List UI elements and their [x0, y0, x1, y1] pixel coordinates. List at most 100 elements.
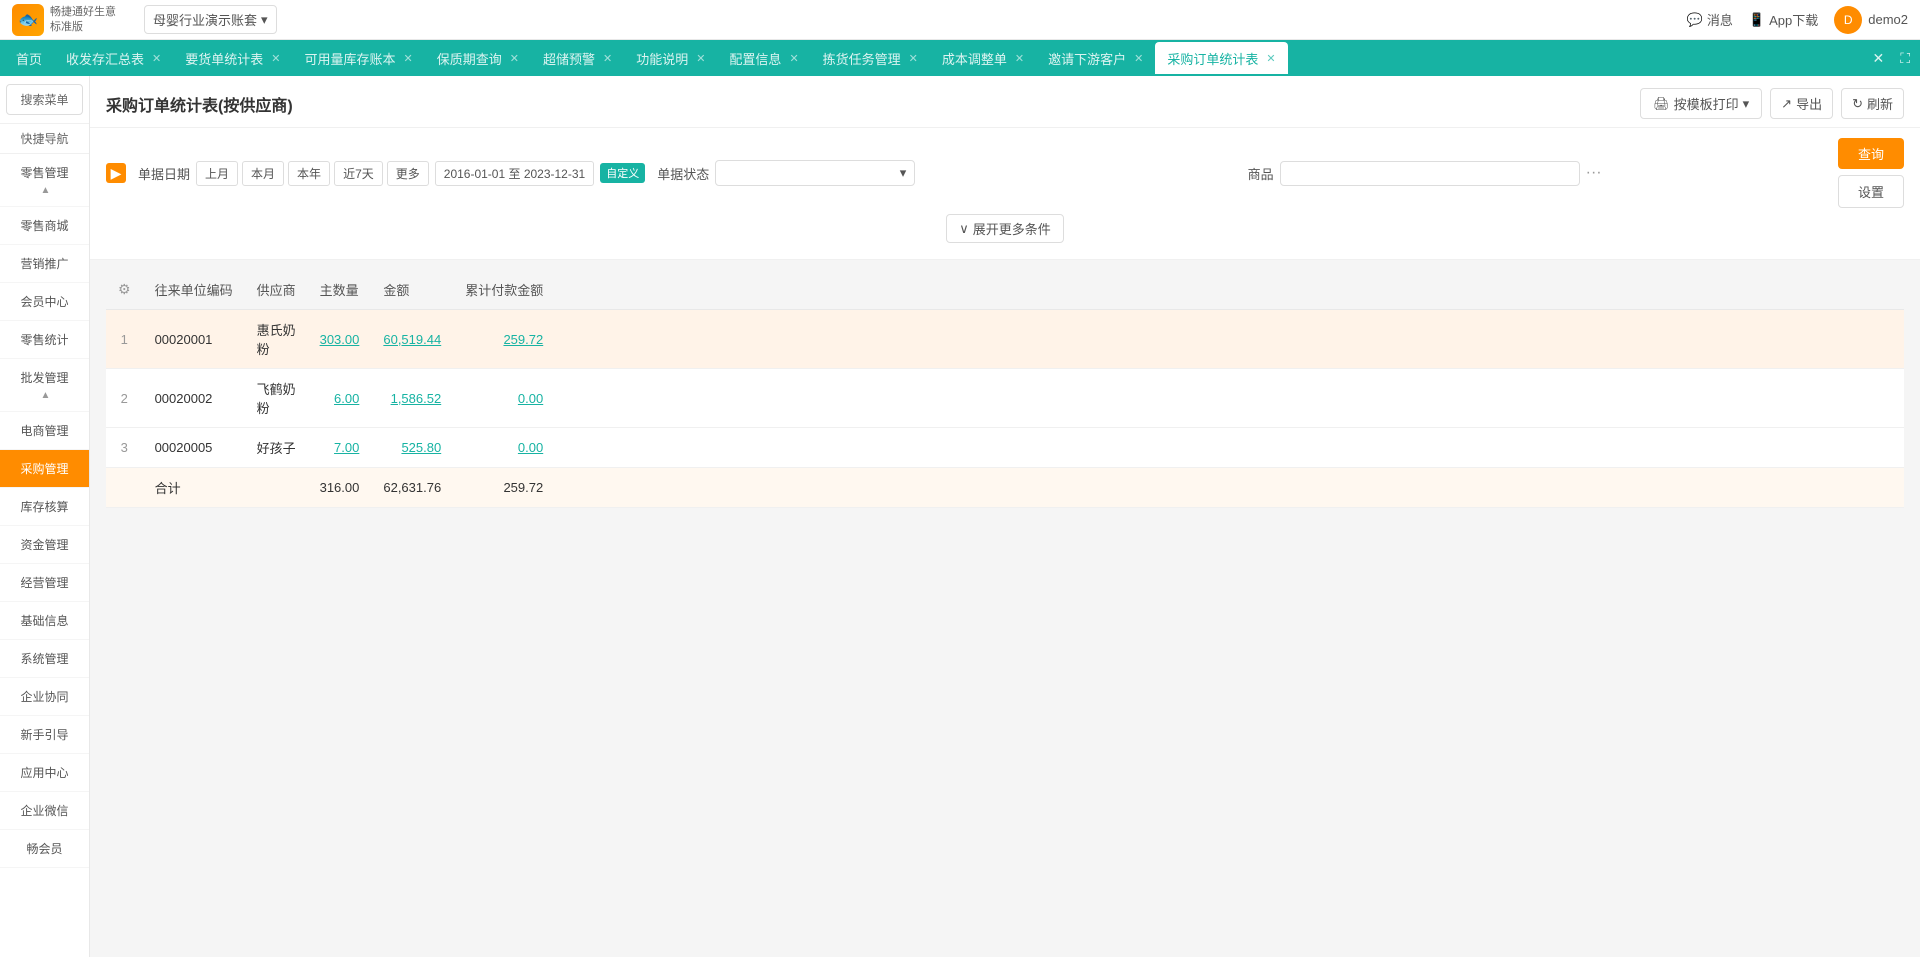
chevron-icon: ▲	[41, 390, 51, 401]
tab-caigou-active[interactable]: 采购订单统计表 ✕	[1155, 42, 1287, 74]
search-menu-button[interactable]: 搜索菜单	[6, 84, 83, 115]
content-area: 采购订单统计表(按供应商) 🖨 按模板打印 ▾ ↗ 导出 ↻ 刷新	[90, 76, 1920, 957]
sidebar-item-huiyuan-zhongxin[interactable]: 会员中心	[0, 283, 89, 321]
settings-button[interactable]: 设置	[1838, 175, 1904, 208]
sidebar-item-dianshang-guanli[interactable]: 电商管理	[0, 412, 89, 450]
tab-chenben[interactable]: 成本调整单 ✕	[930, 42, 1036, 74]
close-icon[interactable]: ✕	[1134, 52, 1143, 65]
tab-peizhixinxi[interactable]: 配置信息 ✕	[717, 42, 810, 74]
tab-yaohuodan[interactable]: 要货单统计表 ✕	[173, 42, 292, 74]
sidebar-item-jichu-xinxi[interactable]: 基础信息	[0, 602, 89, 640]
workspace-selector[interactable]: 母婴行业演示账套 ▾	[144, 5, 277, 34]
user-name: demo2	[1868, 12, 1908, 27]
top-bar: 🐟 畅捷通好生意 标准版 母婴行业演示账套 ▾ 💬 消息 📱 App下载 D d…	[0, 0, 1920, 40]
sidebar-item-yingxiao-tuiguang[interactable]: 营销推广	[0, 245, 89, 283]
export-icon: ↗	[1781, 96, 1792, 112]
cell-supplier: 飞鹤奶粉	[245, 369, 308, 428]
chevron-down-icon: ▾	[900, 165, 907, 181]
filter-this-month[interactable]: 本月	[242, 161, 284, 186]
sidebar-quick-nav[interactable]: 快捷导航	[0, 124, 89, 154]
close-icon[interactable]: ✕	[1015, 52, 1024, 65]
filter-last-month[interactable]: 上月	[196, 161, 238, 186]
product-input[interactable]	[1280, 161, 1580, 186]
cell-empty	[555, 369, 1904, 428]
cell-paid: 0.00	[453, 369, 555, 428]
close-icon[interactable]: ✕	[271, 52, 280, 65]
export-button[interactable]: ↗ 导出	[1770, 88, 1833, 119]
sidebar-item-xitong-guanli[interactable]: 系统管理	[0, 640, 89, 678]
tab-gongneng[interactable]: 功能说明 ✕	[624, 42, 717, 74]
close-icon[interactable]: ✕	[510, 52, 519, 65]
sidebar-item-lingshei-guanli[interactable]: 零售管理▲	[0, 154, 89, 207]
filter-7-days[interactable]: 近7天	[334, 161, 383, 186]
sidebar-item-xinshou-yindao[interactable]: 新手引导	[0, 716, 89, 754]
cell-qty: 7.00	[308, 428, 372, 468]
cell-amount: 60,519.44	[371, 310, 453, 369]
row-num: 2	[106, 369, 143, 428]
tab-chaochuyujing[interactable]: 超储预警 ✕	[531, 42, 624, 74]
logo: 🐟 畅捷通好生意 标准版	[12, 4, 116, 36]
product-label: 商品	[1248, 164, 1274, 183]
status-select[interactable]: ▾	[715, 160, 915, 186]
nav-close-btn[interactable]: ✕	[1866, 46, 1890, 71]
more-filter-icon[interactable]: ···	[1586, 164, 1602, 182]
message-action[interactable]: 💬 消息	[1687, 10, 1733, 29]
tab-yaoqing[interactable]: 邀请下游客户 ✕	[1036, 42, 1155, 74]
table-footer-row: 合计 316.00 62,631.76 259.72	[106, 468, 1904, 508]
tab-home[interactable]: 首页	[4, 42, 54, 74]
sidebar-item-yingyong-zhongxin[interactable]: 应用中心	[0, 754, 89, 792]
close-icon[interactable]: ✕	[909, 52, 918, 65]
close-icon[interactable]: ✕	[696, 52, 705, 65]
close-icon[interactable]: ✕	[404, 52, 413, 65]
sidebar-item-qiye-weixin[interactable]: 企业微信	[0, 792, 89, 830]
close-icon[interactable]: ✕	[789, 52, 798, 65]
sidebar-item-changhui-yuan[interactable]: 畅会员	[0, 830, 89, 868]
tab-baozhi[interactable]: 保质期查询 ✕	[425, 42, 531, 74]
col-qty: 主数量	[308, 270, 372, 310]
print-button[interactable]: 🖨 按模板打印 ▾	[1640, 88, 1762, 119]
settings-col-header: ⚙	[106, 270, 143, 310]
col-supplier: 供应商	[245, 270, 308, 310]
page-actions: 🖨 按模板打印 ▾ ↗ 导出 ↻ 刷新	[1640, 88, 1904, 119]
sidebar-item-qiye-xietong[interactable]: 企业协同	[0, 678, 89, 716]
table-row: 3 00020005 好孩子 7.00 525.80 0.00	[106, 428, 1904, 468]
sidebar-item-jingying-guanli[interactable]: 经营管理	[0, 564, 89, 602]
filter-date-group: 单据日期 上月 本月 本年 近7天 更多 2016-01-01 至 2023-1…	[138, 161, 645, 186]
settings-icon[interactable]: ⚙	[118, 281, 131, 297]
sidebar: 搜索菜单 快捷导航 零售管理▲ 零售商城 营销推广 会员中心 零售统计 批发管理…	[0, 76, 90, 957]
filter-status-group: 单据状态 ▾	[657, 160, 1235, 186]
sidebar-item-kucun-hesuan[interactable]: 库存核算	[0, 488, 89, 526]
filter-date-range[interactable]: 2016-01-01 至 2023-12-31	[435, 161, 594, 186]
filter-more-dates[interactable]: 更多	[387, 161, 429, 186]
user-area[interactable]: D demo2	[1834, 6, 1908, 34]
cell-qty: 303.00	[308, 310, 372, 369]
refresh-button[interactable]: ↻ 刷新	[1841, 88, 1904, 119]
app-download-action[interactable]: 📱 App下载	[1749, 10, 1818, 29]
tab-jianhuo[interactable]: 拣货任务管理 ✕	[811, 42, 930, 74]
top-bar-right: 💬 消息 📱 App下载 D demo2	[1687, 6, 1908, 34]
nav-expand-btn[interactable]: ⛶	[1894, 46, 1916, 71]
filter-toggle-button[interactable]: ▶	[106, 163, 126, 183]
message-icon: 💬	[1687, 12, 1703, 28]
sidebar-item-caigou-guanli[interactable]: 采购管理	[0, 450, 89, 488]
sidebar-item-lingshei-tongji[interactable]: 零售统计	[0, 321, 89, 359]
query-button[interactable]: 查询	[1838, 138, 1904, 169]
expand-more-button[interactable]: ∨ 展开更多条件	[946, 214, 1064, 243]
chevron-down-icon: ∨	[959, 221, 969, 237]
table-row: 1 00020001 惠氏奶粉 303.00 60,519.44 259.72	[106, 310, 1904, 369]
cell-supplier: 惠氏奶粉	[245, 310, 308, 369]
close-icon[interactable]: ✕	[1266, 52, 1275, 65]
tab-shoufacun[interactable]: 收发存汇总表 ✕	[54, 42, 173, 74]
page-header: 采购订单统计表(按供应商) 🖨 按模板打印 ▾ ↗ 导出 ↻ 刷新	[90, 76, 1920, 128]
sidebar-item-pifa-guanli[interactable]: 批发管理▲	[0, 359, 89, 412]
tab-kuyongliang[interactable]: 可用量库存账本 ✕	[292, 42, 424, 74]
date-label: 单据日期	[138, 164, 190, 183]
footer-label: 合计	[143, 468, 308, 508]
sidebar-item-lingshei-shangcheng[interactable]: 零售商城	[0, 207, 89, 245]
sidebar-item-zijin-guanli[interactable]: 资金管理	[0, 526, 89, 564]
filter-this-year[interactable]: 本年	[288, 161, 330, 186]
footer-paid: 259.72	[453, 468, 555, 508]
cell-supplier: 好孩子	[245, 428, 308, 468]
close-icon[interactable]: ✕	[152, 52, 161, 65]
close-icon[interactable]: ✕	[603, 52, 612, 65]
